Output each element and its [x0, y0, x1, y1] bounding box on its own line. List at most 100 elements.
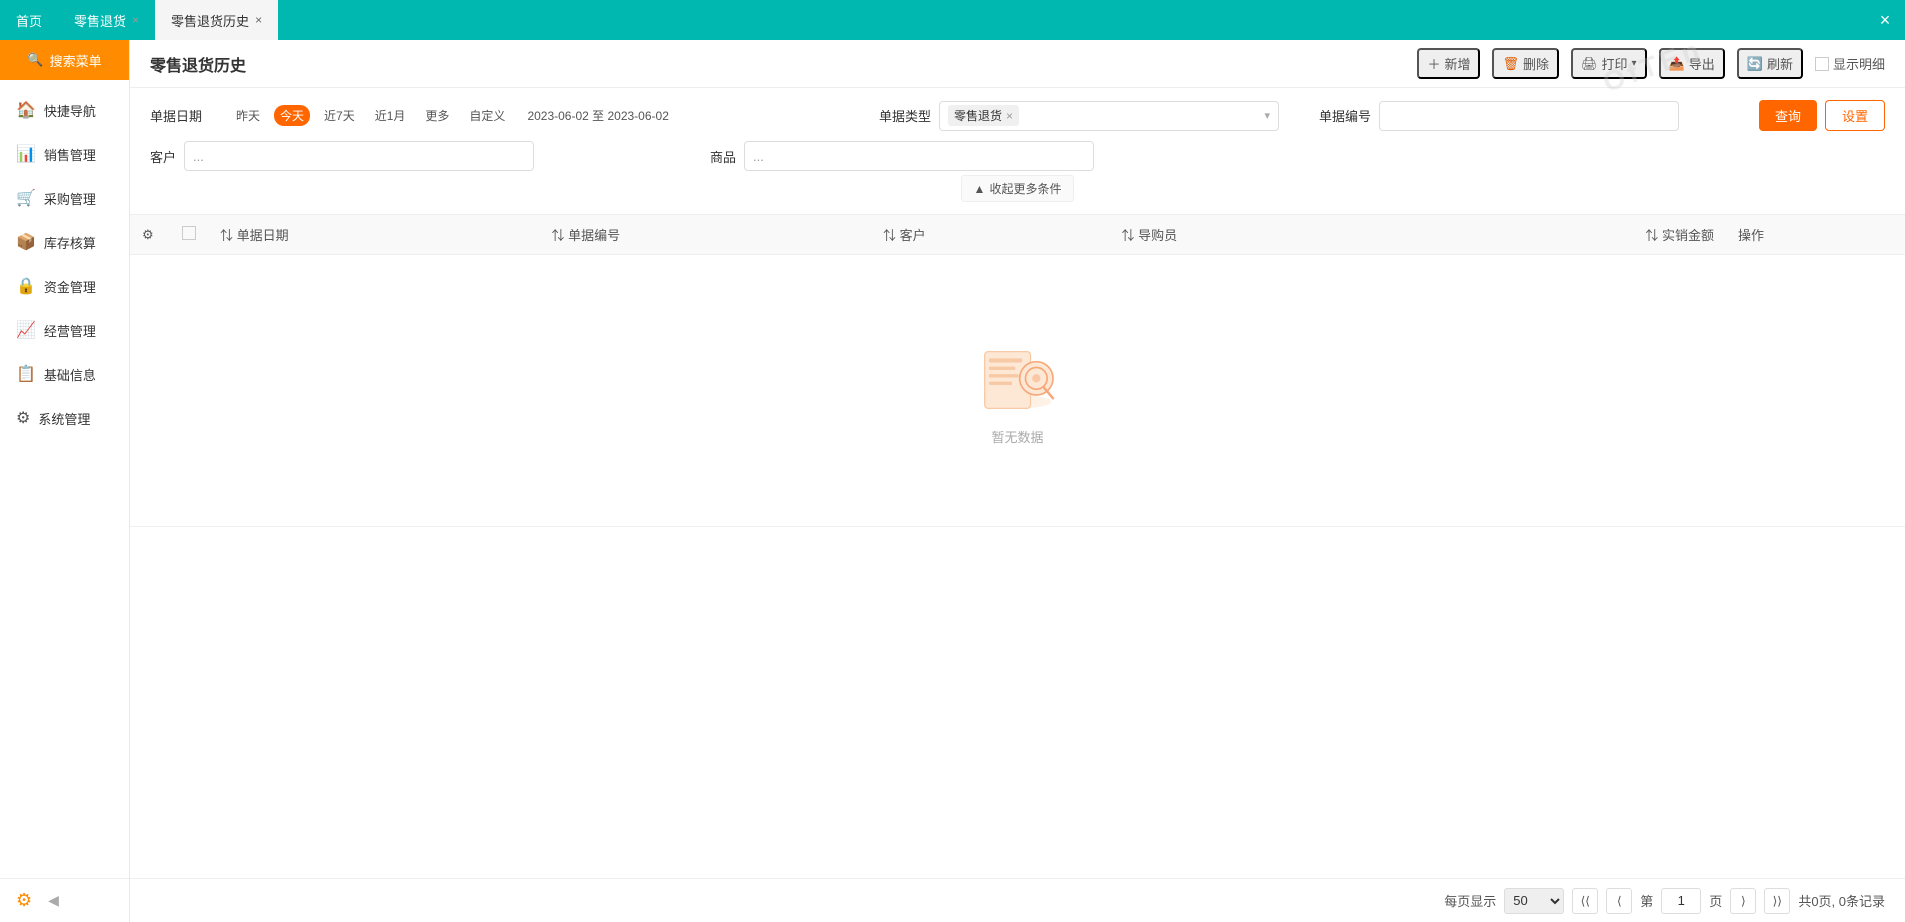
sidebar-item-quicknav-label: 快捷导航 [44, 101, 96, 120]
table-settings-icon[interactable]: ⚙ [142, 227, 154, 242]
new-button[interactable]: ＋ 新增 [1417, 48, 1480, 79]
date-1month[interactable]: 近1月 [369, 105, 412, 126]
tab-home[interactable]: 首页 [0, 0, 58, 40]
home-icon: 🏠 [16, 100, 36, 120]
sidebar-search[interactable]: 🔍 搜索菜单 [0, 40, 129, 80]
date-custom[interactable]: 自定义 [463, 105, 511, 126]
sidebar-item-purchase[interactable]: 🛒 采购管理 [0, 176, 129, 220]
header-actions: ＋ 新增 🗑 删除 🖨 打印 ▾ 📤 导出 🔄 [1417, 48, 1885, 79]
window-close-button[interactable]: × [1865, 0, 1905, 40]
empty-state-illustration [968, 335, 1068, 415]
tab-retail-return[interactable]: 零售退货 × [58, 0, 155, 40]
page-next-button[interactable]: ⟩ [1730, 888, 1756, 914]
date-yesterday[interactable]: 昨天 [230, 105, 266, 126]
page-last-button[interactable]: ⟩⟩ [1764, 888, 1790, 914]
sidebar-item-finance-label: 资金管理 [44, 277, 96, 296]
sidebar-item-inventory-label: 库存核算 [44, 233, 96, 252]
new-button-label: 新增 [1444, 54, 1470, 73]
delete-icon: 🗑 [1502, 56, 1519, 72]
number-input[interactable] [1379, 101, 1679, 131]
sidebar-menu: 🏠 快捷导航 📊 销售管理 🛒 采购管理 📦 库存核算 🔒 资金管理 📈 [0, 80, 129, 878]
type-tag-close[interactable]: × [1006, 109, 1013, 123]
delete-button[interactable]: 🗑 删除 [1492, 48, 1559, 79]
goods-ellipsis: ... [753, 149, 764, 164]
sidebar-item-sales[interactable]: 📊 销售管理 [0, 132, 129, 176]
th-guide-label: 导购员 [1138, 228, 1177, 243]
page-header: 零售退货历史 ＋ 新增 🗑 删除 🖨 打印 ▾ 📤 导出 [130, 40, 1905, 88]
type-tag-label: 零售退货 [954, 107, 1002, 124]
sidebar-item-basicinfo-label: 基础信息 [44, 365, 96, 384]
page-input[interactable]: 1 [1661, 888, 1701, 914]
setting-button[interactable]: 设置 [1825, 100, 1885, 131]
page-prev-button[interactable]: ⟨ [1606, 888, 1632, 914]
date-range-display: 2023-06-02 至 2023-06-02 [527, 107, 668, 124]
refresh-button-label: 刷新 [1767, 54, 1793, 73]
th-guide-sort[interactable]: ⇅ [1122, 228, 1135, 243]
date-options: 昨天 今天 近7天 近1月 更多 自定义 2023-06-02 至 2023-0… [230, 105, 669, 126]
export-icon: 📤 [1669, 56, 1685, 72]
sidebar-item-finance[interactable]: 🔒 资金管理 [0, 264, 129, 308]
gear-icon: ⚙ [16, 408, 30, 428]
customer-select[interactable]: ... [184, 141, 534, 171]
filter-date-section: 单据日期 昨天 今天 近7天 近1月 更多 自定义 2023-06-02 至 2… [150, 105, 839, 126]
date-7days[interactable]: 近7天 [318, 105, 361, 126]
date-more[interactable]: 更多 [419, 105, 455, 126]
tab-retail-return-history-close[interactable]: × [255, 13, 262, 27]
settings-icon[interactable]: ⚙ [16, 890, 32, 911]
info-icon: 📋 [16, 364, 36, 384]
type-tag: 零售退货 × [948, 105, 1019, 126]
refresh-button[interactable]: 🔄 刷新 [1737, 48, 1803, 79]
th-amount-label: 实销金额 [1662, 228, 1714, 243]
tab-retail-return-close[interactable]: × [132, 13, 139, 27]
type-label: 单据类型 [879, 106, 931, 125]
goods-select[interactable]: ... [744, 141, 1094, 171]
sidebar-item-operations[interactable]: 📈 经营管理 [0, 308, 129, 352]
select-all-checkbox[interactable] [182, 226, 196, 240]
export-button-label: 导出 [1689, 54, 1715, 73]
type-select[interactable]: 零售退货 × ▾ [939, 101, 1279, 131]
lock-icon: 🔒 [16, 276, 36, 296]
plus-icon: ＋ [1427, 54, 1440, 73]
th-checkbox [170, 215, 208, 255]
date-today[interactable]: 今天 [274, 105, 310, 126]
th-date-sort[interactable]: ⇅ [220, 228, 233, 243]
table-body: 暂无数据 [130, 255, 1905, 527]
th-date-label: 单据日期 [237, 228, 289, 243]
th-number-label: 单据编号 [568, 228, 620, 243]
sidebar-item-system-label: 系统管理 [38, 409, 90, 428]
filter-goods-field: 商品 ... [710, 141, 1210, 171]
date-label: 单据日期 [150, 106, 210, 125]
chart-icon: 📊 [16, 144, 36, 164]
customer-label: 客户 [150, 147, 176, 166]
collapse-button[interactable]: ▲ 收起更多条件 [961, 175, 1075, 202]
search-icon: 🔍 [27, 52, 43, 68]
empty-state-row: 暂无数据 [130, 255, 1905, 527]
filter-area: 单据日期 昨天 今天 近7天 近1月 更多 自定义 2023-06-02 至 2… [130, 88, 1905, 215]
sidebar-item-inventory[interactable]: 📦 库存核算 [0, 220, 129, 264]
sidebar-item-quicknav[interactable]: 🏠 快捷导航 [0, 88, 129, 132]
pagination-bar: 每页显示 50 20 100 ⟨⟨ ⟨ 第 1 页 ⟩ ⟩⟩ 共0页, 0条记录 [130, 878, 1905, 922]
th-settings[interactable]: ⚙ [130, 215, 170, 255]
page-suffix: 页 [1709, 891, 1722, 910]
export-button[interactable]: 📤 导出 [1659, 48, 1725, 79]
display-toggle-checkbox[interactable] [1815, 57, 1829, 71]
collapse-sidebar-icon[interactable]: ◀ [48, 892, 59, 909]
sidebar-item-operations-label: 经营管理 [44, 321, 96, 340]
empty-state-label: 暂无数据 [991, 427, 1043, 446]
query-button[interactable]: 查询 [1759, 100, 1817, 131]
table-area: ⚙ ⇅ 单据日期 ⇅ 单据编号 [130, 215, 1905, 878]
sidebar-item-sales-label: 销售管理 [44, 145, 96, 164]
page-first-button[interactable]: ⟨⟨ [1572, 888, 1598, 914]
per-page-label: 每页显示 [1444, 891, 1496, 910]
th-amount: ⇅ 实销金额 [1395, 215, 1727, 255]
tab-retail-return-history[interactable]: 零售退货历史 × [155, 0, 278, 40]
th-number-sort[interactable]: ⇅ [552, 228, 565, 243]
page-size-select[interactable]: 50 20 100 [1504, 888, 1564, 914]
th-amount-sort[interactable]: ⇅ [1645, 228, 1658, 243]
th-customer-sort[interactable]: ⇅ [883, 228, 896, 243]
sidebar-search-label: 搜索菜单 [50, 51, 102, 70]
print-button[interactable]: 🖨 打印 ▾ [1571, 48, 1647, 79]
sidebar: 🔍 搜索菜单 🏠 快捷导航 📊 销售管理 🛒 采购管理 📦 库存核算 🔒 [0, 40, 130, 922]
sidebar-item-basicinfo[interactable]: 📋 基础信息 [0, 352, 129, 396]
sidebar-item-system[interactable]: ⚙ 系统管理 [0, 396, 129, 440]
